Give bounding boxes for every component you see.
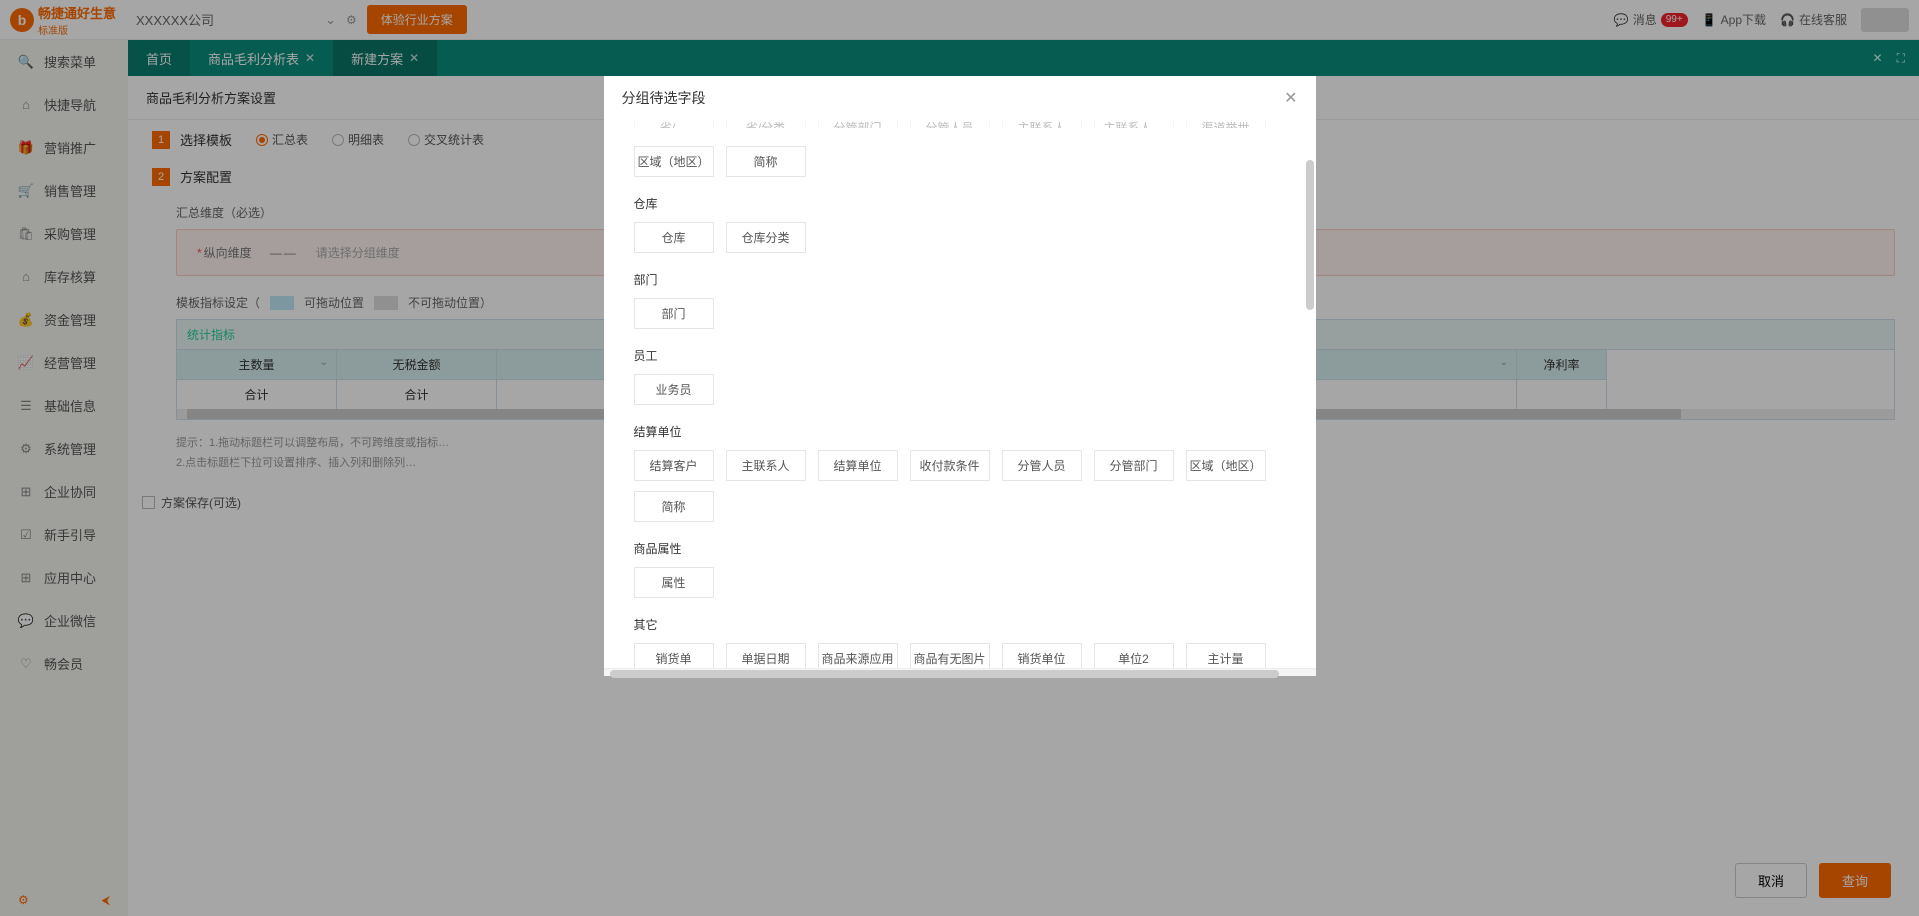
field-chip[interactable]: 商品有无图片 bbox=[910, 643, 990, 668]
group-staff-title: 员工 bbox=[634, 347, 1286, 364]
field-chip[interactable]: 业务员 bbox=[634, 374, 714, 405]
field-chip[interactable]: 分管人员 bbox=[910, 120, 990, 128]
field-chip[interactable]: 单据日期 bbox=[726, 643, 806, 668]
field-chip[interactable]: 属性 bbox=[634, 567, 714, 598]
field-chip[interactable]: 单位2 bbox=[1094, 643, 1174, 668]
group-attr-title: 商品属性 bbox=[634, 540, 1286, 557]
modal-scrollbar-x[interactable] bbox=[604, 668, 1316, 676]
field-chip[interactable]: 简称 bbox=[634, 491, 714, 522]
field-chip[interactable]: 收付款条件 bbox=[910, 450, 990, 481]
field-chip[interactable]: 省/分类 bbox=[726, 120, 806, 128]
group-field-modal: 分组待选字段 ✕ 省/…省/分类分管部门分管人员主联系人主联系人…渠道举世 区域… bbox=[604, 76, 1316, 676]
group-warehouse-title: 仓库 bbox=[634, 195, 1286, 212]
group-other-title: 其它 bbox=[634, 616, 1286, 633]
field-chip[interactable]: 商品来源应用 bbox=[818, 643, 898, 668]
field-chip[interactable]: 主联系人 bbox=[726, 450, 806, 481]
modal-overlay[interactable]: 分组待选字段 ✕ 省/…省/分类分管部门分管人员主联系人主联系人…渠道举世 区域… bbox=[0, 0, 1919, 916]
field-chip[interactable]: 销货单 bbox=[634, 643, 714, 668]
field-chip[interactable]: 分管部门 bbox=[818, 120, 898, 128]
field-chip[interactable]: 区域（地区） bbox=[634, 146, 714, 177]
field-chip[interactable]: 省/… bbox=[634, 120, 714, 128]
field-chip[interactable]: 渠道举世 bbox=[1186, 120, 1266, 128]
field-chip[interactable]: 简称 bbox=[726, 146, 806, 177]
field-chip[interactable]: 主联系人… bbox=[1094, 120, 1174, 128]
field-chip[interactable]: 主联系人 bbox=[1002, 120, 1082, 128]
close-icon[interactable]: ✕ bbox=[1284, 88, 1297, 108]
modal-scrollbar-y[interactable] bbox=[1306, 120, 1314, 449]
modal-body: 省/…省/分类分管部门分管人员主联系人主联系人…渠道举世 区域（地区）简称 仓库… bbox=[604, 120, 1316, 668]
modal-title: 分组待选字段 bbox=[622, 88, 706, 108]
field-chip[interactable]: 结算客户 bbox=[634, 450, 714, 481]
field-chip[interactable]: 仓库分类 bbox=[726, 222, 806, 253]
group-dept-title: 部门 bbox=[634, 271, 1286, 288]
field-chip[interactable]: 部门 bbox=[634, 298, 714, 329]
field-chip[interactable]: 仓库 bbox=[634, 222, 714, 253]
group-settle-title: 结算单位 bbox=[634, 423, 1286, 440]
field-chip[interactable]: 分管人员 bbox=[1002, 450, 1082, 481]
field-chip[interactable]: 分管部门 bbox=[1094, 450, 1174, 481]
field-chip[interactable]: 结算单位 bbox=[818, 450, 898, 481]
field-chip[interactable]: 区域（地区） bbox=[1186, 450, 1266, 481]
field-chip[interactable]: 销货单位 bbox=[1002, 643, 1082, 668]
field-chip[interactable]: 主计量 bbox=[1186, 643, 1266, 668]
